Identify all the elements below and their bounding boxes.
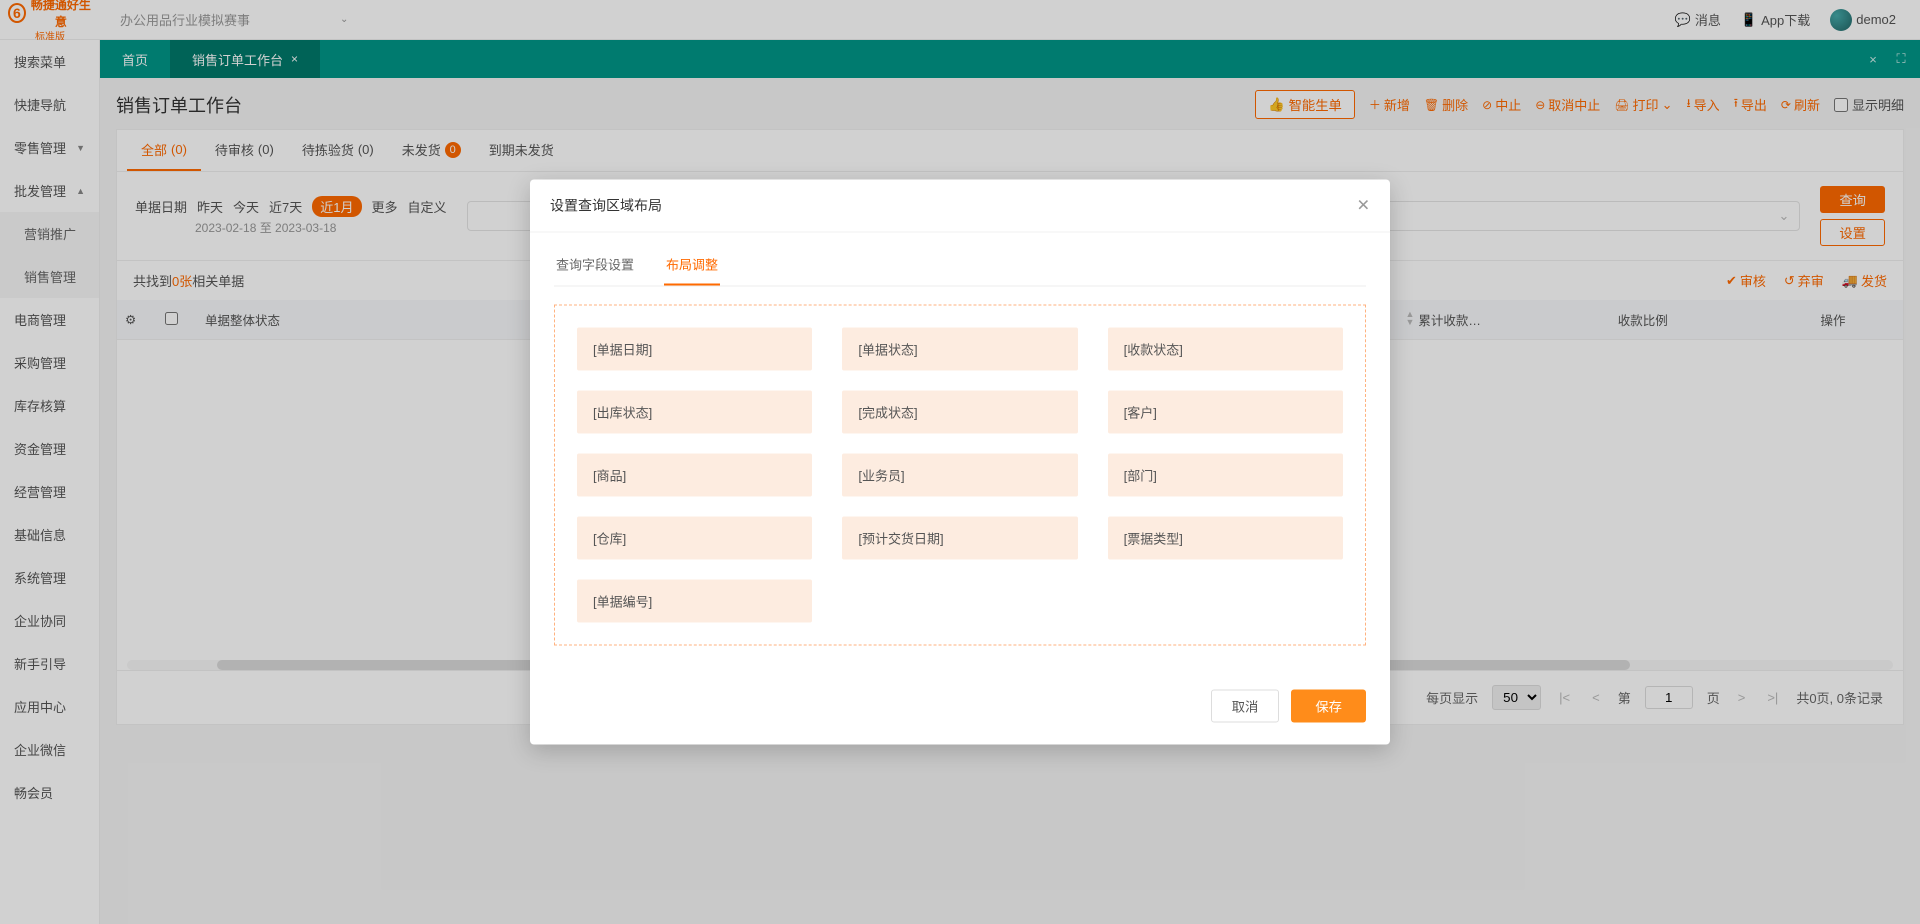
modal-tab-fields[interactable]: 查询字段设置	[554, 249, 636, 286]
field-chip-date[interactable]: [单据日期]	[577, 328, 812, 371]
field-chip-payment-status[interactable]: [收款状态]	[1108, 328, 1343, 371]
field-chip-outbound-status[interactable]: [出库状态]	[577, 391, 812, 434]
modal-title: 设置查询区域布局	[550, 196, 662, 216]
field-chip-status[interactable]: [单据状态]	[842, 328, 1077, 371]
field-chip-product[interactable]: [商品]	[577, 454, 812, 497]
field-chip-doc-number[interactable]: [单据编号]	[577, 580, 812, 623]
field-chip-complete-status[interactable]: [完成状态]	[842, 391, 1077, 434]
field-chip-warehouse[interactable]: [仓库]	[577, 517, 812, 560]
field-chip-delivery-date[interactable]: [预计交货日期]	[842, 517, 1077, 560]
field-chip-invoice-type[interactable]: [票据类型]	[1108, 517, 1343, 560]
field-chip-salesperson[interactable]: [业务员]	[842, 454, 1077, 497]
cancel-button[interactable]: 取消	[1211, 690, 1280, 723]
field-chip-department[interactable]: [部门]	[1108, 454, 1343, 497]
layout-settings-modal: 设置查询区域布局 ✕ 查询字段设置 布局调整 [单据日期] [单据状态] [收款…	[530, 180, 1390, 745]
field-chip-customer[interactable]: [客户]	[1108, 391, 1343, 434]
save-button[interactable]: 保存	[1291, 690, 1366, 723]
layout-field-grid: [单据日期] [单据状态] [收款状态] [出库状态] [完成状态] [客户] …	[554, 305, 1366, 646]
modal-close-button[interactable]: ✕	[1357, 196, 1370, 216]
modal-tab-layout[interactable]: 布局调整	[664, 249, 720, 286]
